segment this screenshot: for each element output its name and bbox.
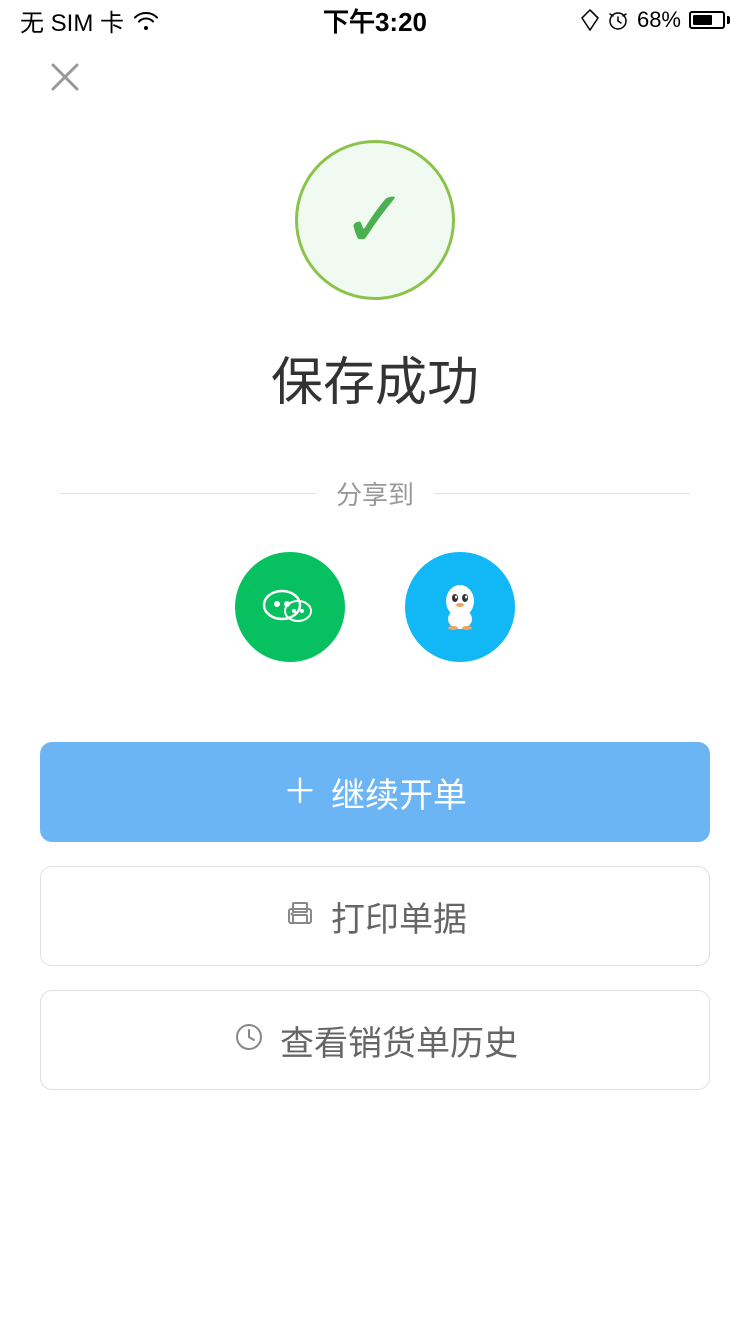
history-label: 查看销货单历史 <box>280 1016 518 1065</box>
status-left: 无 SIM 卡 <box>20 3 160 38</box>
alarm-icon <box>607 9 629 31</box>
no-sim-text: 无 SIM 卡 <box>20 3 124 38</box>
share-label: 分享到 <box>316 475 434 512</box>
continue-button[interactable]: ＋ 继续开单 <box>40 742 710 842</box>
status-right: 68% <box>581 7 730 33</box>
qq-icon <box>428 575 492 639</box>
continue-label: 继续开单 <box>331 768 467 817</box>
battery-icon <box>689 11 730 29</box>
share-divider: 分享到 <box>0 475 750 512</box>
close-button[interactable] <box>40 52 90 102</box>
status-time: 下午3:20 <box>323 2 427 39</box>
wechat-icon <box>258 575 322 639</box>
plus-icon: ＋ <box>283 775 317 809</box>
checkmark-icon: ✓ <box>341 180 408 260</box>
status-bar: 无 SIM 卡 下午3:20 68% <box>0 0 750 40</box>
wechat-share-button[interactable] <box>235 552 345 662</box>
qq-share-button[interactable] <box>405 552 515 662</box>
history-button[interactable]: 查看销货单历史 <box>40 990 710 1090</box>
battery-percent: 68% <box>637 7 681 33</box>
main-content: ✓ 保存成功 分享到 <box>0 40 750 1090</box>
printer-icon <box>283 896 317 936</box>
action-buttons: ＋ 继续开单 打印单据 查看销货单历史 <box>0 742 750 1090</box>
clock-icon <box>232 1020 266 1060</box>
divider-right <box>434 493 690 494</box>
print-label: 打印单据 <box>331 892 467 941</box>
success-title: 保存成功 <box>271 340 479 415</box>
print-button[interactable]: 打印单据 <box>40 866 710 966</box>
wifi-icon <box>132 10 160 30</box>
share-icons-row <box>235 552 515 662</box>
success-circle: ✓ <box>295 140 455 300</box>
divider-left <box>60 493 316 494</box>
location-icon <box>581 9 599 31</box>
